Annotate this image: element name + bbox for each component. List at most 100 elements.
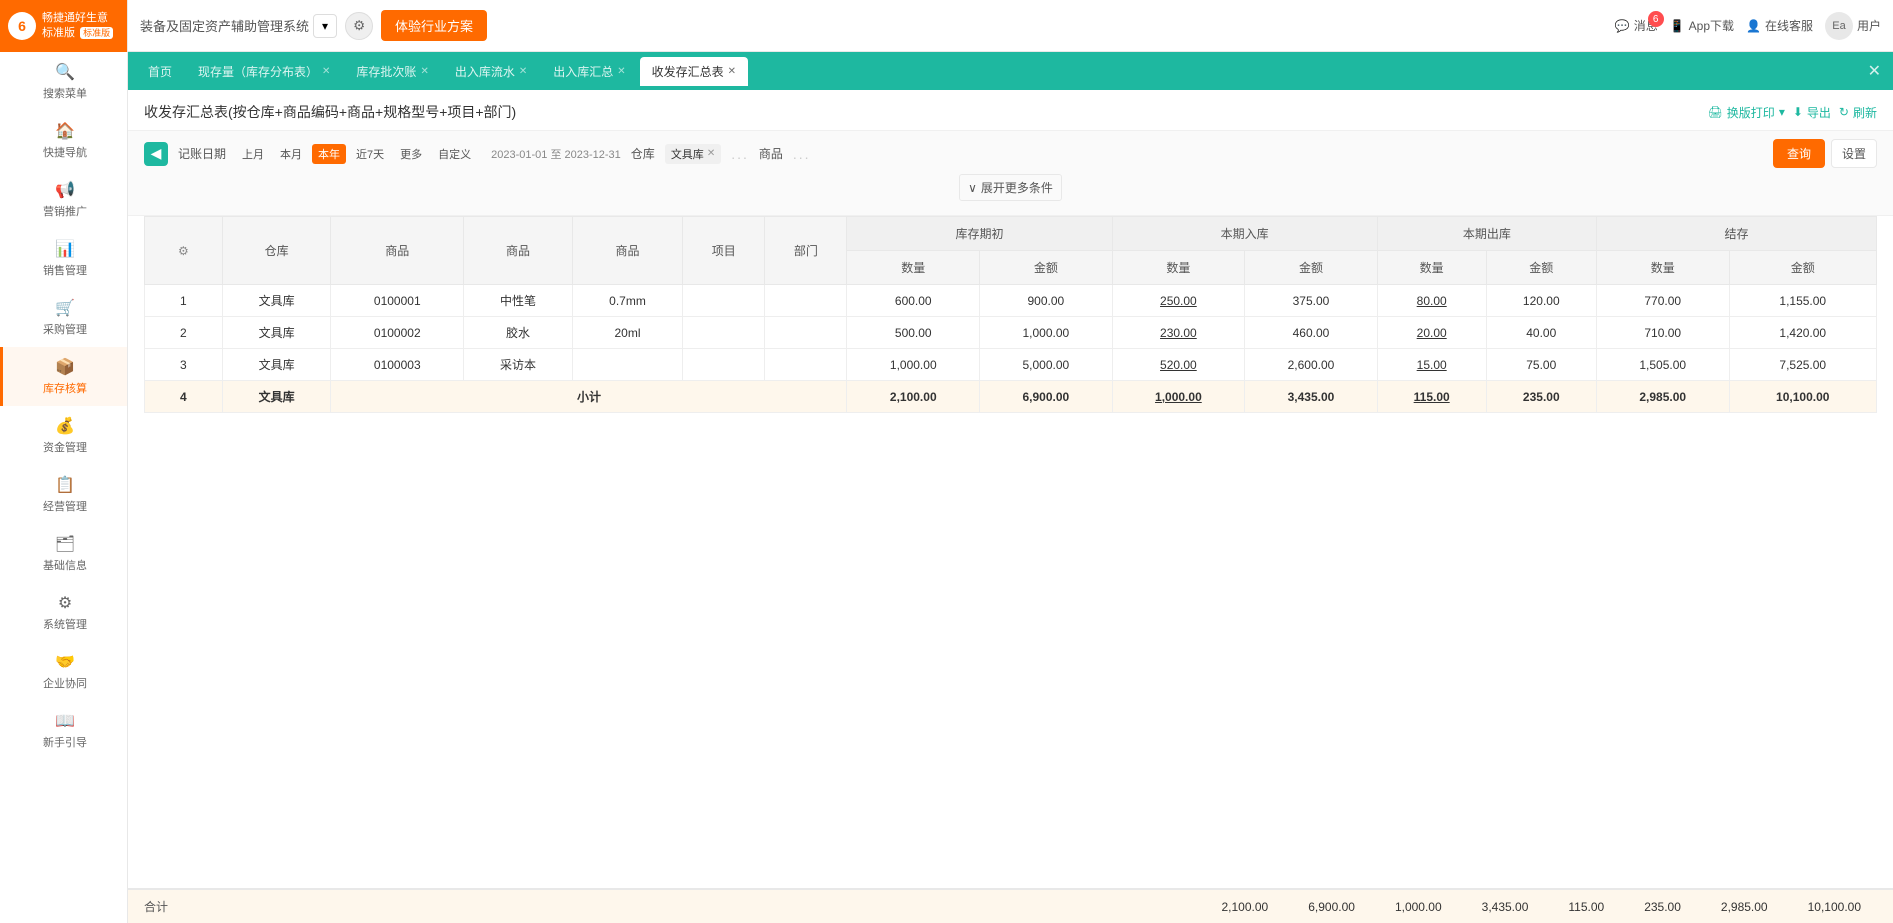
messages-btn[interactable]: 💬 消息 6 xyxy=(1615,17,1658,34)
tab-inout-flow-label: 出入库流水 xyxy=(455,63,515,80)
row3-in-qty[interactable]: 520.00 xyxy=(1112,349,1245,381)
col-goods-name: 商品 xyxy=(464,217,573,285)
app-download-label: App下载 xyxy=(1689,17,1734,34)
finance-icon: 💰 xyxy=(55,416,75,436)
refresh-btn[interactable]: ↻ 刷新 xyxy=(1839,104,1877,121)
total-in-qty: 1,000.00 xyxy=(1395,900,1442,914)
row1-warehouse: 文具库 xyxy=(222,285,331,317)
tab-home[interactable]: 首页 xyxy=(136,57,184,86)
sidebar-item-finance-label: 资金管理 xyxy=(43,439,87,455)
tab-close-stock[interactable]: ✕ xyxy=(322,66,330,77)
tab-receivable-summary[interactable]: 收发存汇总表 ✕ xyxy=(640,57,748,86)
row1-out-amt: 120.00 xyxy=(1486,285,1596,317)
tab-bar-close-btn[interactable]: ✕ xyxy=(1864,61,1885,81)
col-settings[interactable]: ⚙ xyxy=(145,217,223,285)
date-btn-7days[interactable]: 近7天 xyxy=(350,144,390,164)
warehouse-tag: 文具库 ✕ xyxy=(665,144,721,164)
user-area[interactable]: Ea 用户 xyxy=(1825,12,1881,40)
expand-more-btn[interactable]: ∨ 展开更多条件 xyxy=(959,174,1062,201)
sidebar-item-marketing[interactable]: 📢 营销推广 xyxy=(0,170,127,229)
row2-in-amt: 460.00 xyxy=(1245,317,1378,349)
sidebar-item-finance[interactable]: 💰 资金管理 xyxy=(0,406,127,465)
row1-project xyxy=(683,285,765,317)
date-btn-custom[interactable]: 自定义 xyxy=(432,144,477,164)
tab-close-receivable[interactable]: ✕ xyxy=(728,66,736,77)
row2-close-amt: 1,420.00 xyxy=(1729,317,1877,349)
settings-gear-btn[interactable]: ⚙ xyxy=(345,12,373,40)
expand-icon: ∨ xyxy=(968,181,977,195)
query-btn[interactable]: 查询 xyxy=(1773,139,1825,168)
tab-stock-distribution-label: 现存量（库存分布表） xyxy=(198,63,318,80)
total-out-qty: 115.00 xyxy=(1568,900,1604,914)
main-area: 装备及固定资产辅助管理系统 ▾ ⚙ 体验行业方案 💬 消息 6 📱 App下载 … xyxy=(128,0,1893,923)
row1-out-qty[interactable]: 80.00 xyxy=(1377,285,1486,317)
sidebar-item-sales[interactable]: 📊 销售管理 xyxy=(0,229,127,288)
col-project: 项目 xyxy=(683,217,765,285)
try-industry-btn[interactable]: 体验行业方案 xyxy=(381,10,487,41)
basicinfo-icon: 🗂 xyxy=(55,534,75,554)
table-settings-icon[interactable]: ⚙ xyxy=(172,240,194,262)
row1-name: 中性笔 xyxy=(464,285,573,317)
sidebar-item-sales-label: 销售管理 xyxy=(43,262,87,278)
sidebar-item-basicinfo[interactable]: 🗂 基础信息 xyxy=(0,524,127,583)
user-label: 用户 xyxy=(1857,17,1881,34)
goods-more-btn[interactable]: ... xyxy=(793,146,811,162)
filter-settings-btn[interactable]: 设置 xyxy=(1831,139,1877,168)
date-btn-more[interactable]: 更多 xyxy=(394,144,428,164)
row1-dept xyxy=(765,285,847,317)
subtotal-out-amt: 235.00 xyxy=(1486,381,1596,413)
warehouse-tag-remove-btn[interactable]: ✕ xyxy=(707,148,715,159)
logo-sub: 标准版 标准版 xyxy=(42,26,113,41)
row1-code: 0100001 xyxy=(331,285,464,317)
tab-inout-summary[interactable]: 出入库汇总 ✕ xyxy=(541,57,637,86)
tab-close-inout-summary[interactable]: ✕ xyxy=(617,66,625,77)
warehouse-more-btn[interactable]: ... xyxy=(731,146,749,162)
home-icon: 🏠 xyxy=(55,121,75,141)
total-out-amt: 235.00 xyxy=(1644,900,1681,914)
footer-totals: 2,100.00 6,900.00 1,000.00 3,435.00 115.… xyxy=(1222,900,1878,914)
row2-out-qty[interactable]: 20.00 xyxy=(1377,317,1486,349)
filter-row-2: ∨ 展开更多条件 xyxy=(144,168,1877,207)
date-btn-last-month[interactable]: 上月 xyxy=(236,144,270,164)
col-close-amt: 金额 xyxy=(1729,251,1877,285)
date-btn-this-year[interactable]: 本年 xyxy=(312,144,346,164)
row3-out-qty[interactable]: 15.00 xyxy=(1377,349,1486,381)
subtotal-in-qty[interactable]: 1,000.00 xyxy=(1112,381,1245,413)
page-title: 收发存汇总表(按仓库+商品编码+商品+规格型号+项目+部门) xyxy=(144,102,516,122)
sidebar-item-purchase[interactable]: 🛒 采购管理 xyxy=(0,288,127,347)
date-btn-this-month[interactable]: 本月 xyxy=(274,144,308,164)
tab-close-batch[interactable]: ✕ xyxy=(420,66,428,77)
print-btn[interactable]: 🖨 换版打印 ▾ xyxy=(1708,104,1785,121)
subtotal-out-qty[interactable]: 115.00 xyxy=(1377,381,1486,413)
sidebar-item-guide-label: 新手引导 xyxy=(43,734,87,750)
export-btn[interactable]: ⬇ 导出 xyxy=(1793,104,1831,121)
sidebar-item-operations[interactable]: 📋 经营管理 xyxy=(0,465,127,524)
row3-dept xyxy=(765,349,847,381)
sidebar-item-quicknav[interactable]: 🏠 快捷导航 xyxy=(0,111,127,170)
row3-close-amt: 7,525.00 xyxy=(1729,349,1877,381)
row2-close-qty: 710.00 xyxy=(1596,317,1729,349)
col-out-amt: 金额 xyxy=(1486,251,1596,285)
tab-stock-distribution[interactable]: 现存量（库存分布表） ✕ xyxy=(186,57,342,86)
tab-inout-flow[interactable]: 出入库流水 ✕ xyxy=(443,57,539,86)
sidebar-item-cooperation[interactable]: 🤝 企业协同 xyxy=(0,642,127,701)
row2-in-qty[interactable]: 230.00 xyxy=(1112,317,1245,349)
tab-batch-accounts-label: 库存批次账 xyxy=(356,63,416,80)
app-download-btn[interactable]: 📱 App下载 xyxy=(1670,17,1734,34)
row1-in-qty[interactable]: 250.00 xyxy=(1112,285,1245,317)
sidebar-item-inventory[interactable]: 📦 库存核算 xyxy=(0,347,127,406)
tab-close-inout-flow[interactable]: ✕ xyxy=(519,66,527,77)
online-service-btn[interactable]: 👤 在线客服 xyxy=(1746,17,1813,34)
header-actions: 💬 消息 6 📱 App下载 👤 在线客服 Ea 用户 xyxy=(1615,12,1881,40)
sidebar-item-system-label: 系统管理 xyxy=(43,616,87,632)
subtotal-close-amt: 10,100.00 xyxy=(1729,381,1877,413)
filter-toggle-btn[interactable]: ◀ xyxy=(144,142,168,166)
printer-icon: 🖨 xyxy=(1708,105,1723,119)
system-dropdown-btn[interactable]: ▾ xyxy=(313,14,337,38)
sidebar-item-search[interactable]: 🔍 搜索菜单 xyxy=(0,52,127,111)
sidebar-item-guide[interactable]: 📖 新手引导 xyxy=(0,701,127,760)
col-goods-spec: 商品 xyxy=(572,217,682,285)
total-label: 合计 xyxy=(144,898,344,915)
sidebar-item-system[interactable]: ⚙ 系统管理 xyxy=(0,583,127,642)
tab-batch-accounts[interactable]: 库存批次账 ✕ xyxy=(344,57,440,86)
